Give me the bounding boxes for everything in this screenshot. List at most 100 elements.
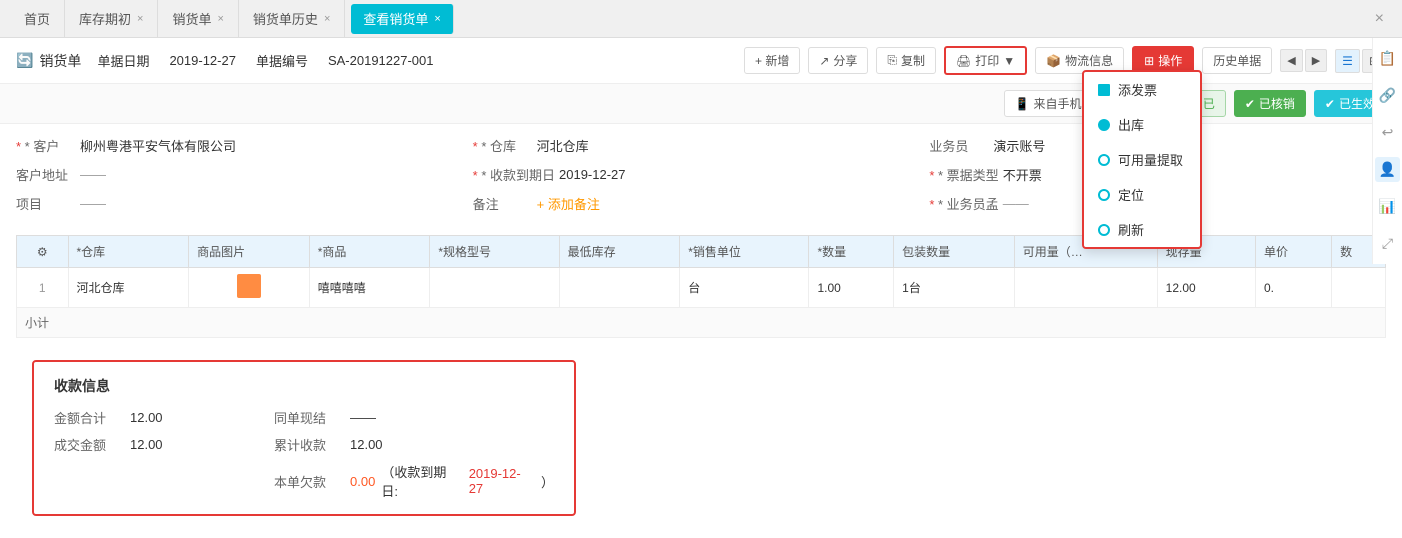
min-stock-header: 最低库存 <box>559 236 680 268</box>
operate-grid-icon: ⊞ <box>1144 54 1154 68</box>
subtotal-label: 小计 <box>17 308 1386 338</box>
owed-note: （收款到期日: <box>381 462 462 500</box>
table-row: 1 河北仓库 嘻嘻嘻嘻 台 1.00 1台 12.00 0. <box>17 268 1386 308</box>
fullscreen-icon[interactable]: ⤢ <box>1378 231 1397 256</box>
add-invoice-label: 添发票 <box>1118 80 1157 99</box>
row-amount <box>1332 268 1386 308</box>
available-extract-label: 可用量提取 <box>1118 150 1183 169</box>
cancel-check-icon: ✔ <box>1245 97 1255 111</box>
row-pkg-qty: 1台 <box>894 268 1015 308</box>
number-value: SA-20191227-001 <box>328 53 434 68</box>
unit-header: *销售单位 <box>680 236 809 268</box>
share-icon: ↗ <box>819 54 829 68</box>
prev-button[interactable]: ◀ <box>1280 49 1302 72</box>
tab-sales-order-close[interactable]: × <box>217 13 223 25</box>
tab-view-sales-close[interactable]: × <box>434 13 440 25</box>
dropdown-add-invoice[interactable]: 添发票 <box>1084 72 1200 107</box>
warehouse-label: * 仓库 <box>473 136 533 155</box>
copy-icon: ⎘ <box>887 53 897 68</box>
copy-button[interactable]: ⎘ 复制 <box>876 47 936 74</box>
payment-total-row: 金额合计 12.00 <box>54 408 274 427</box>
add-note-button[interactable]: 添加备注 <box>537 194 600 213</box>
tab-inventory-init-close[interactable]: × <box>137 13 143 25</box>
address-label: 客户地址 <box>16 165 76 184</box>
table-container: ⚙ *仓库 商品图片 *商品 *规格型号 最低库存 *销售单位 *数量 包装数量… <box>0 235 1402 338</box>
address-field: 客户地址 —— <box>16 165 473 184</box>
tab-sales-history-close[interactable]: × <box>324 13 330 25</box>
tab-home[interactable]: 首页 <box>10 0 65 38</box>
side-icon-5[interactable]: 📊 <box>1375 194 1400 219</box>
add-invoice-icon <box>1098 84 1110 96</box>
payment-owed-row: 本单欠款 0.00 （收款到期日: 2019-12-27 ） <box>274 462 554 500</box>
row-image <box>189 268 310 308</box>
available-extract-icon <box>1098 154 1110 166</box>
new-button[interactable]: + 新增 <box>744 47 800 74</box>
row-qty: 1.00 <box>809 268 894 308</box>
payment-settlement-row: 同单现结 —— <box>274 408 554 427</box>
side-icon-4[interactable]: 👤 <box>1375 157 1400 182</box>
deal-value: 12.00 <box>130 437 163 452</box>
gear-header[interactable]: ⚙ <box>17 236 69 268</box>
spec-header: *规格型号 <box>430 236 559 268</box>
payment-title: 收款信息 <box>54 376 554 396</box>
tab-sales-history[interactable]: 销货单历史 × <box>239 0 345 38</box>
side-icon-2[interactable]: 🔗 <box>1375 83 1400 108</box>
date-label: 单据日期 <box>97 51 149 70</box>
locate-label: 定位 <box>1118 185 1144 204</box>
dropdown-locate[interactable]: 定位 <box>1084 177 1200 212</box>
tab-view-sales[interactable]: 查看销货单 × <box>351 4 453 34</box>
window-close-button[interactable]: × <box>1367 10 1392 28</box>
deal-label: 成交金额 <box>54 435 124 454</box>
customer-value: 柳州粤港平安气体有限公司 <box>80 136 236 155</box>
pkg-qty-header: 包装数量 <box>894 236 1015 268</box>
customer-label: * 客户 <box>16 136 76 155</box>
settlement-value: —— <box>350 410 376 425</box>
warehouse-header: *仓库 <box>68 236 189 268</box>
image-header: 商品图片 <box>189 236 310 268</box>
doc-actions: + 新增 ↗ 分享 ⎘ 复制 🖨 打印 ▼ 📦 物流信息 ⊞ 操作 <box>744 46 1386 75</box>
side-icon-1[interactable]: 📋 <box>1375 46 1400 71</box>
history-button[interactable]: 历史单据 <box>1202 47 1272 74</box>
print-button[interactable]: 🖨 打印 ▼ <box>944 46 1027 75</box>
due-date-field: * 收款到期日 2019-12-27 <box>473 165 930 184</box>
project-label: 项目 <box>16 194 76 213</box>
payment-section: 收款信息 金额合计 12.00 同单现结 —— 成交金额 12.00 累计收款 … <box>32 360 576 516</box>
doc-icon: 🔄 <box>16 52 33 69</box>
side-panel: 📋 🔗 ↩ 👤 📊 ⤢ <box>1372 38 1402 264</box>
number-label: 单据编号 <box>256 51 308 70</box>
cumulative-label: 累计收款 <box>274 435 344 454</box>
warehouse-field: * 仓库 河北仓库 <box>473 136 930 155</box>
dropdown-refresh[interactable]: 刷新 <box>1084 212 1200 247</box>
payment-container: 收款信息 金额合计 12.00 同单现结 —— 成交金额 12.00 累计收款 … <box>0 338 1402 538</box>
payment-owed-spacer <box>54 462 274 500</box>
owed-date: 2019-12-27 <box>469 466 535 496</box>
tab-inventory-init[interactable]: 库存期初 × <box>65 0 158 38</box>
payment-cumulative-row: 累计收款 12.00 <box>274 435 554 454</box>
outbound-icon <box>1098 119 1110 131</box>
salesperson-value: —— <box>1003 196 1029 211</box>
row-min-stock <box>559 268 680 308</box>
project-field: 项目 —— <box>16 194 473 213</box>
settlement-label: 同单现结 <box>274 408 344 427</box>
salesperson-label: * 业务员孟 <box>929 194 998 213</box>
refresh-icon <box>1098 224 1110 236</box>
payment-deal-row: 成交金额 12.00 <box>54 435 274 454</box>
warehouse-value: 河北仓库 <box>537 136 589 155</box>
due-date-value: 2019-12-27 <box>559 167 626 182</box>
owed-value: 0.00 <box>350 474 375 489</box>
row-unit: 台 <box>680 268 809 308</box>
next-button[interactable]: ▶ <box>1305 49 1327 72</box>
row-current-stock: 12.00 <box>1157 268 1255 308</box>
mobile-button[interactable]: 📱 来自手机 <box>1004 90 1093 117</box>
cancel-button[interactable]: ✔ 已核销 <box>1234 90 1306 117</box>
dropdown-outbound[interactable]: 出库 <box>1084 107 1200 142</box>
dropdown-available-extract[interactable]: 可用量提取 <box>1084 142 1200 177</box>
row-warehouse: 河北仓库 <box>68 268 189 308</box>
row-price: 0. <box>1255 268 1331 308</box>
list-view-button[interactable]: ☰ <box>1335 49 1360 73</box>
tab-sales-order[interactable]: 销货单 × <box>158 0 238 38</box>
share-button[interactable]: ↗ 分享 <box>808 47 868 74</box>
owed-label: 本单欠款 <box>274 472 344 491</box>
side-icon-3[interactable]: ↩ <box>1378 120 1398 145</box>
project-value: —— <box>80 196 106 211</box>
